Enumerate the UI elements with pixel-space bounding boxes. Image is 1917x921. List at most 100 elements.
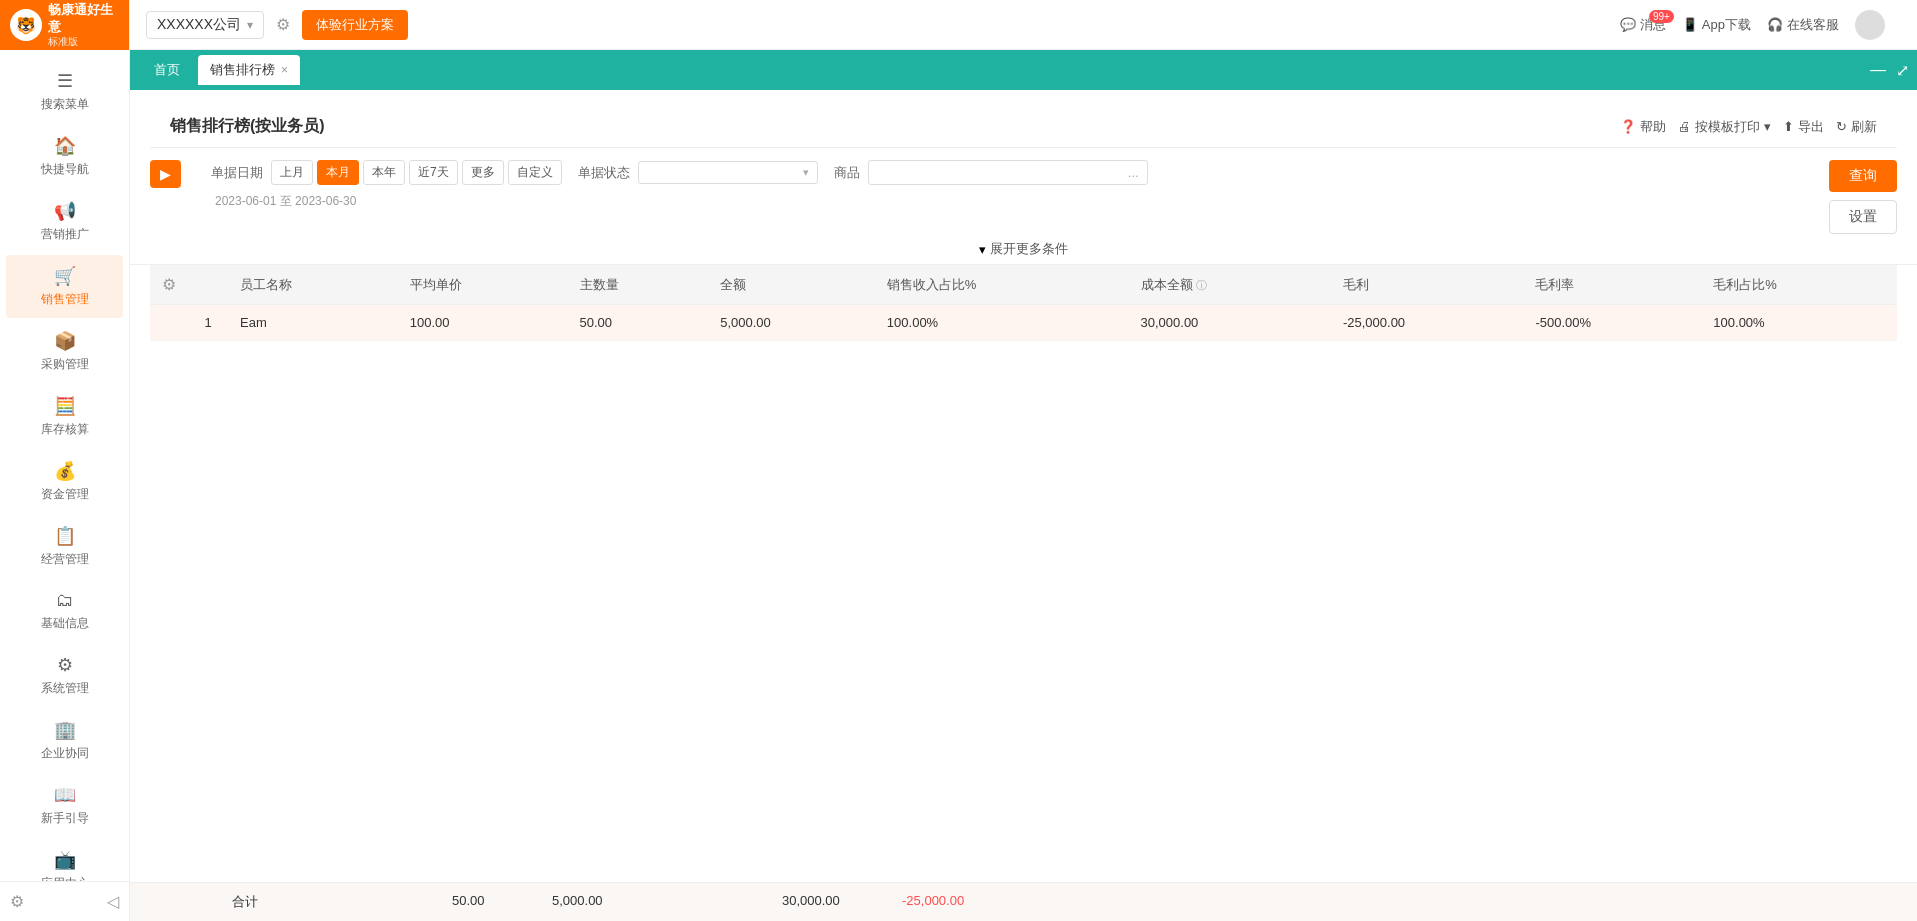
status-select-arrow: ▾ [803, 166, 809, 179]
th-sales-ratio: 销售收入占比% [875, 265, 1129, 305]
tab-maximize-icon[interactable]: ⤢ [1896, 61, 1909, 80]
sidebar: 🐯 畅康通好生意 标准版 ☰ 搜索菜单 🏠 快捷导航 📢 营销推广 🛒 销售管理… [0, 0, 130, 921]
goods-input[interactable]: ... [868, 160, 1148, 185]
tab-label: 销售排行榜 [210, 61, 275, 79]
basic-info-icon: 🗂 [56, 590, 74, 611]
search-order-label: 搜索菜单 [41, 96, 89, 113]
company-name: XXXXXX公司 [157, 16, 241, 34]
search-order-icon: ☰ [57, 70, 73, 92]
sidebar-item-sales[interactable]: 🛒 销售管理 [6, 255, 123, 318]
guide-icon: 📖 [54, 784, 76, 806]
query-actions: 查询 设置 [1829, 160, 1897, 234]
th-employee-name: 员工名称 [228, 265, 398, 305]
th-gross-profit: 毛利 [1331, 265, 1523, 305]
table-row: 1 Eam 100.00 50.00 5,000.00 100.00% 30,0… [150, 305, 1897, 341]
marketing-label: 营销推广 [41, 226, 89, 243]
sidebar-item-app-center[interactable]: 📺 应用中心 [6, 839, 123, 881]
page-header: 销售排行榜(按业务员) ❓ 帮助 🖨 按模板打印 ▾ ⬆ 导出 [150, 102, 1897, 148]
page-actions: ❓ 帮助 🖨 按模板打印 ▾ ⬆ 导出 ↻ 刷新 [1620, 118, 1877, 146]
footer-label: 合计 [232, 893, 352, 911]
goods-filter-group: 商品 ... [834, 160, 1148, 185]
refresh-button[interactable]: ↻ 刷新 [1836, 118, 1877, 136]
purchase-label: 采购管理 [41, 356, 89, 373]
table-footer: 合计 50.00 5,000.00 30,000.00 -25,000.00 [130, 882, 1917, 921]
app-download-icon: 📱 [1682, 17, 1698, 32]
notification-badge: 99+ [1649, 10, 1674, 23]
goods-filter-label: 商品 [834, 164, 860, 182]
sidebar-item-system[interactable]: ⚙ 系统管理 [6, 644, 123, 707]
expand-icon: ▾ [979, 242, 986, 257]
filter-collapse-button[interactable]: ▶ [150, 160, 181, 188]
marketing-icon: 📢 [54, 200, 76, 222]
system-label: 系统管理 [41, 680, 89, 697]
sidebar-item-operations[interactable]: 📋 经营管理 [6, 515, 123, 578]
date-btn-this-month[interactable]: 本月 [317, 160, 359, 185]
td-sales-ratio: 100.00% [875, 305, 1129, 341]
app-center-icon: 📺 [54, 849, 76, 871]
tab-sales-ranking[interactable]: 销售排行榜 × [198, 55, 300, 85]
status-filter-label: 单据状态 [578, 164, 630, 182]
refresh-label: 刷新 [1851, 118, 1877, 136]
sales-icon: 🛒 [54, 265, 76, 287]
tab-home[interactable]: 首页 [138, 55, 196, 85]
template-print-button[interactable]: 🖨 按模板打印 ▾ [1678, 118, 1771, 136]
sidebar-item-quick-nav[interactable]: 🏠 快捷导航 [6, 125, 123, 188]
export-button[interactable]: ⬆ 导出 [1783, 118, 1824, 136]
td-amount: 5,000.00 [708, 305, 875, 341]
status-select[interactable]: ▾ [638, 161, 818, 184]
date-btn-custom[interactable]: 自定义 [508, 160, 562, 185]
date-btn-7days[interactable]: 近7天 [409, 160, 458, 185]
online-service-label: 在线客服 [1787, 16, 1839, 34]
th-gross-rate: 毛利率 [1523, 265, 1701, 305]
online-service-button[interactable]: 🎧 在线客服 [1767, 16, 1839, 34]
notification-button[interactable]: 💬 消息 99+ [1620, 16, 1666, 34]
td-cost-amount: 30,000.00 [1129, 305, 1331, 341]
headset-icon: 🎧 [1767, 17, 1783, 32]
sidebar-item-purchase[interactable]: 📦 采购管理 [6, 320, 123, 383]
sidebar-collapse-icon[interactable]: ◁ [107, 892, 119, 911]
footer-amount: 5,000.00 [552, 893, 662, 911]
sidebar-item-finance[interactable]: 💰 资金管理 [6, 450, 123, 513]
goods-input-more[interactable]: ... [1128, 165, 1139, 180]
footer-quantity: 50.00 [452, 893, 552, 911]
app-download-button[interactable]: 📱 App下载 [1682, 16, 1751, 34]
export-label: 导出 [1798, 118, 1824, 136]
sidebar-settings-icon[interactable]: ⚙ [10, 892, 24, 911]
topbar: XXXXXX公司 ▾ ⚙ 体验行业方案 💬 消息 99+ 📱 App下载 🎧 在… [130, 0, 1917, 50]
query-button[interactable]: 查询 [1829, 160, 1897, 192]
th-avg-price: 平均单价 [398, 265, 568, 305]
company-selector[interactable]: XXXXXX公司 ▾ [146, 11, 264, 39]
sidebar-item-marketing[interactable]: 📢 营销推广 [6, 190, 123, 253]
td-quantity: 50.00 [568, 305, 709, 341]
sidebar-nav: ☰ 搜索菜单 🏠 快捷导航 📢 营销推广 🛒 销售管理 📦 采购管理 🧮 库存核… [0, 50, 129, 881]
settings-button[interactable]: 设置 [1829, 200, 1897, 234]
th-cost-amount: 成本全额 ⓘ [1129, 265, 1331, 305]
inventory-icon: 🧮 [54, 395, 76, 417]
user-avatar[interactable] [1855, 10, 1885, 40]
cost-info-icon[interactable]: ⓘ [1196, 279, 1207, 291]
sidebar-item-inventory[interactable]: 🧮 库存核算 [6, 385, 123, 448]
status-filter-group: 单据状态 ▾ [578, 161, 818, 184]
sidebar-item-basic-info[interactable]: 🗂 基础信息 [6, 580, 123, 642]
sidebar-item-search-order[interactable]: ☰ 搜索菜单 [6, 60, 123, 123]
date-btn-last-month[interactable]: 上月 [271, 160, 313, 185]
footer-sales-ratio [662, 893, 782, 911]
brand-text: 畅康通好生意 标准版 [48, 2, 119, 49]
trial-button[interactable]: 体验行业方案 [302, 10, 408, 40]
date-btn-more[interactable]: 更多 [462, 160, 504, 185]
topbar-settings-icon[interactable]: ⚙ [276, 15, 290, 34]
sidebar-item-guide[interactable]: 📖 新手引导 [6, 774, 123, 837]
expand-label[interactable]: 展开更多条件 [990, 240, 1068, 258]
footer-gross-rate [1022, 893, 1122, 911]
sidebar-item-enterprise[interactable]: 🏢 企业协同 [6, 709, 123, 772]
tab-close-icon[interactable]: × [281, 63, 288, 77]
th-settings: ⚙ [150, 265, 188, 305]
help-button[interactable]: ❓ 帮助 [1620, 118, 1666, 136]
brand-title: 畅康通好生意 [48, 2, 119, 36]
enterprise-label: 企业协同 [41, 745, 89, 762]
print-icon: 🖨 [1678, 119, 1691, 134]
brand-icon: 🐯 [10, 9, 42, 41]
tab-minimize-icon[interactable]: — [1870, 61, 1886, 80]
table-gear-icon[interactable]: ⚙ [162, 276, 176, 293]
date-btn-this-year[interactable]: 本年 [363, 160, 405, 185]
